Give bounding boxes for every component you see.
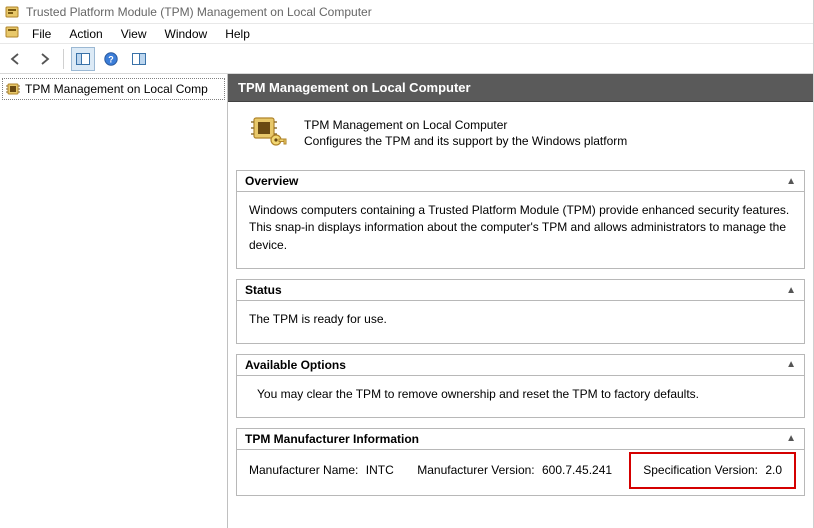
tpm-key-icon	[248, 112, 288, 152]
tpm-chip-icon	[5, 81, 21, 97]
specification-version-value: 2.0	[765, 463, 782, 477]
menu-bar: File Action View Window Help	[0, 24, 813, 44]
intro-text: TPM Management on Local Computer Configu…	[304, 112, 627, 148]
content-body: TPM Management on Local Computer Configu…	[228, 102, 813, 512]
tree-pane: TPM Management on Local Comp	[0, 74, 228, 528]
section-header-options[interactable]: Available Options ▲	[237, 355, 804, 376]
section-body-options: You may clear the TPM to remove ownershi…	[237, 376, 804, 417]
section-options: Available Options ▲ You may clear the TP…	[236, 354, 805, 418]
back-button[interactable]	[4, 47, 28, 71]
section-header-status[interactable]: Status ▲	[237, 280, 804, 301]
intro-title: TPM Management on Local Computer	[304, 118, 627, 132]
spec-version-highlight: Specification Version: 2.0	[629, 452, 796, 489]
menu-file[interactable]: File	[24, 25, 59, 43]
intro-block: TPM Management on Local Computer Configu…	[234, 106, 807, 166]
window-title: Trusted Platform Module (TPM) Management…	[26, 5, 372, 19]
content-header: TPM Management on Local Computer	[228, 74, 813, 102]
main-split: TPM Management on Local Comp TPM Managem…	[0, 74, 813, 528]
section-header-overview[interactable]: Overview ▲	[237, 171, 804, 192]
svg-text:?: ?	[108, 54, 114, 64]
collapse-caret-icon[interactable]: ▲	[786, 433, 796, 444]
tree-item-tpm-root[interactable]: TPM Management on Local Comp	[2, 78, 225, 100]
show-hide-tree-button[interactable]	[71, 47, 95, 71]
system-menu-icon[interactable]	[4, 24, 20, 43]
collapse-caret-icon[interactable]: ▲	[786, 359, 796, 370]
properties-button[interactable]	[127, 47, 151, 71]
section-header-manufacturer[interactable]: TPM Manufacturer Information ▲	[237, 429, 804, 450]
app-icon	[4, 4, 20, 20]
toolbar: ?	[0, 44, 813, 74]
section-title: TPM Manufacturer Information	[245, 432, 419, 446]
section-body-status: The TPM is ready for use.	[237, 301, 804, 342]
menu-action[interactable]: Action	[61, 25, 110, 43]
section-status: Status ▲ The TPM is ready for use.	[236, 279, 805, 343]
section-overview: Overview ▲ Windows computers containing …	[236, 170, 805, 269]
menu-view[interactable]: View	[113, 25, 155, 43]
title-bar: Trusted Platform Module (TPM) Management…	[0, 0, 813, 24]
manufacturer-version: Manufacturer Version: 600.7.45.241	[417, 462, 612, 479]
section-title: Available Options	[245, 358, 346, 372]
specification-version: Specification Version: 2.0	[643, 463, 782, 477]
help-button[interactable]: ?	[99, 47, 123, 71]
collapse-caret-icon[interactable]: ▲	[786, 176, 796, 187]
manufacturer-row: Manufacturer Name: INTC Manufacturer Ver…	[249, 460, 792, 481]
specification-version-label: Specification Version:	[643, 463, 758, 477]
manufacturer-name-label: Manufacturer Name:	[249, 463, 358, 477]
intro-subtitle: Configures the TPM and its support by th…	[304, 134, 627, 148]
section-body-manufacturer: Manufacturer Name: INTC Manufacturer Ver…	[237, 450, 804, 495]
forward-button[interactable]	[32, 47, 56, 71]
manufacturer-version-label: Manufacturer Version:	[417, 463, 534, 477]
section-body-overview: Windows computers containing a Trusted P…	[237, 192, 804, 268]
manufacturer-version-value: 600.7.45.241	[542, 463, 612, 477]
section-title: Overview	[245, 174, 298, 188]
toolbar-separator	[63, 49, 64, 69]
section-manufacturer: TPM Manufacturer Information ▲ Manufactu…	[236, 428, 805, 496]
manufacturer-name: Manufacturer Name: INTC	[249, 462, 394, 479]
tree-item-label: TPM Management on Local Comp	[25, 82, 208, 96]
section-title: Status	[245, 283, 282, 297]
menu-help[interactable]: Help	[217, 25, 258, 43]
content-pane: TPM Management on Local Computer	[228, 74, 813, 528]
manufacturer-name-value: INTC	[366, 463, 394, 477]
menu-window[interactable]: Window	[157, 25, 216, 43]
collapse-caret-icon[interactable]: ▲	[786, 285, 796, 296]
